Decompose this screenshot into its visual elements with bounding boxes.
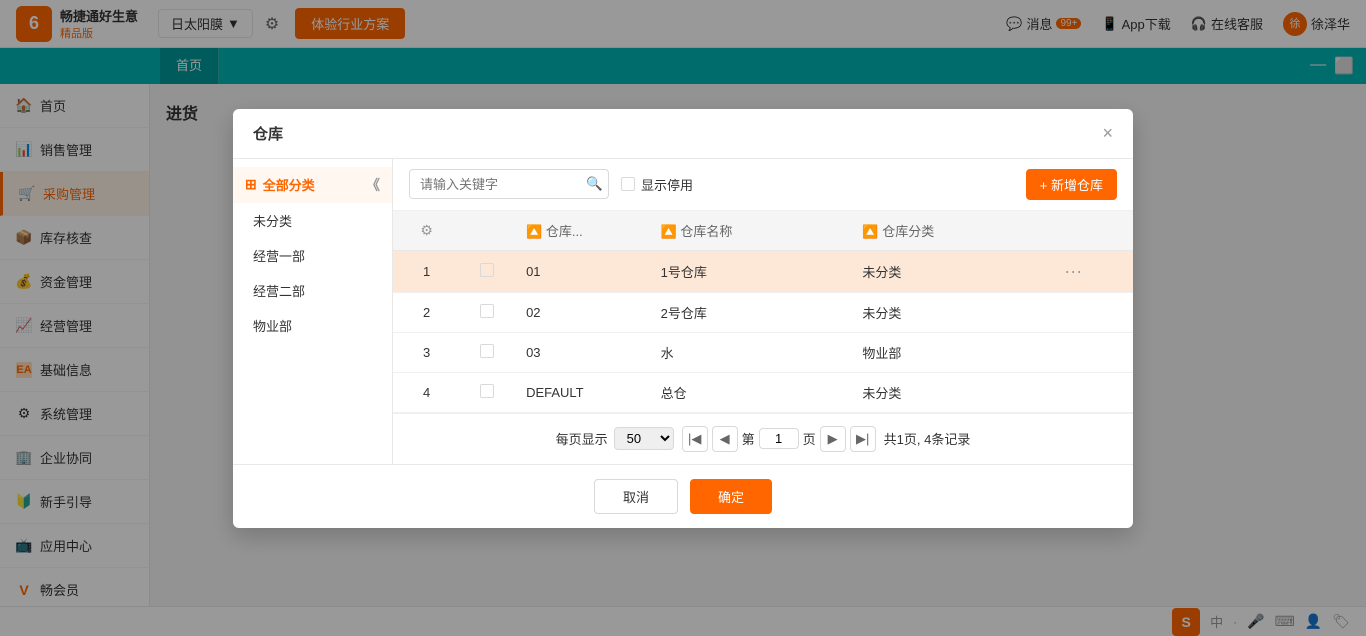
col-warehouse-category[interactable]: 🔼 仓库分类: [850, 211, 1052, 251]
col-warehouse-id[interactable]: 🔼 仓库...: [514, 211, 649, 251]
dialog-body: ⊞ 全部分类 《 未分类 经营一部 经营二部 物业部 🔍: [233, 159, 1133, 464]
row1-checkbox[interactable]: [480, 263, 494, 277]
dialog-footer: 取消 确定: [233, 464, 1133, 528]
cat-item-ops2[interactable]: 经营二部: [233, 273, 392, 308]
cat-item-ops1[interactable]: 经营一部: [233, 238, 392, 273]
row3-checkbox[interactable]: [480, 344, 494, 358]
main-panel: 🔍 显示停用 + 新增仓库 ⚙: [393, 159, 1133, 464]
table-row[interactable]: 2 02 2号仓库 未分类: [393, 292, 1133, 332]
page-nav: |◀ ◀ 第 页 ▶ ▶|: [682, 426, 876, 452]
search-input[interactable]: [410, 171, 578, 198]
show-disabled-checkbox[interactable]: 显示停用: [621, 175, 693, 194]
overlay: 仓库 × ⊞ 全部分类 《 未分类 经营一部 经营二部 物业部: [0, 0, 1366, 636]
row4-checkbox[interactable]: [480, 384, 494, 398]
disabled-checkbox[interactable]: [621, 177, 635, 191]
table-toolbar: 🔍 显示停用 + 新增仓库: [393, 159, 1133, 211]
cancel-button[interactable]: 取消: [594, 479, 678, 514]
cat-item-uncategorized[interactable]: 未分类: [233, 203, 392, 238]
per-page-select[interactable]: 50 100 200: [614, 427, 674, 450]
table-row[interactable]: 1 01 1号仓库 未分类 ···: [393, 250, 1133, 292]
col-settings[interactable]: ⚙: [393, 211, 460, 251]
total-info: 共1页, 4条记录: [884, 429, 971, 448]
category-all[interactable]: ⊞ 全部分类 《: [233, 167, 392, 203]
warehouse-dialog: 仓库 × ⊞ 全部分类 《 未分类 经营一部 经营二部 物业部: [233, 109, 1133, 528]
category-sidebar: ⊞ 全部分类 《 未分类 经营一部 经营二部 物业部: [233, 159, 393, 464]
search-button[interactable]: 🔍: [578, 170, 609, 198]
pagination: 每页显示 50 100 200 |◀ ◀ 第 页 ▶: [393, 413, 1133, 464]
dialog-close-button[interactable]: ×: [1102, 124, 1113, 142]
warehouse-table: ⚙ 🔼 仓库... 🔼 仓库名称 🔼 仓库分类: [393, 211, 1133, 413]
row1-more[interactable]: ···: [1064, 261, 1082, 281]
confirm-button[interactable]: 确定: [690, 479, 772, 514]
col-warehouse-name[interactable]: 🔼 仓库名称: [649, 211, 851, 251]
per-page-selector: 每页显示 50 100 200: [556, 427, 674, 450]
dialog-title: 仓库: [253, 123, 283, 144]
prev-page-button[interactable]: ◀: [712, 426, 738, 452]
first-page-button[interactable]: |◀: [682, 426, 708, 452]
col-checkbox: [460, 211, 514, 251]
next-page-button[interactable]: ▶: [820, 426, 846, 452]
col-actions: [1052, 211, 1133, 251]
collapse-icon[interactable]: 《: [366, 175, 380, 195]
grid-icon: ⊞: [245, 176, 257, 193]
table-row[interactable]: 3 03 水 物业部: [393, 332, 1133, 372]
table-row[interactable]: 4 DEFAULT 总仓 未分类: [393, 372, 1133, 412]
row2-checkbox[interactable]: [480, 304, 494, 318]
search-box: 🔍: [409, 169, 609, 199]
cat-item-property[interactable]: 物业部: [233, 308, 392, 343]
last-page-button[interactable]: ▶|: [850, 426, 876, 452]
add-warehouse-button[interactable]: + 新增仓库: [1026, 169, 1117, 200]
dialog-header: 仓库 ×: [233, 109, 1133, 159]
page-number-input[interactable]: [759, 428, 799, 449]
